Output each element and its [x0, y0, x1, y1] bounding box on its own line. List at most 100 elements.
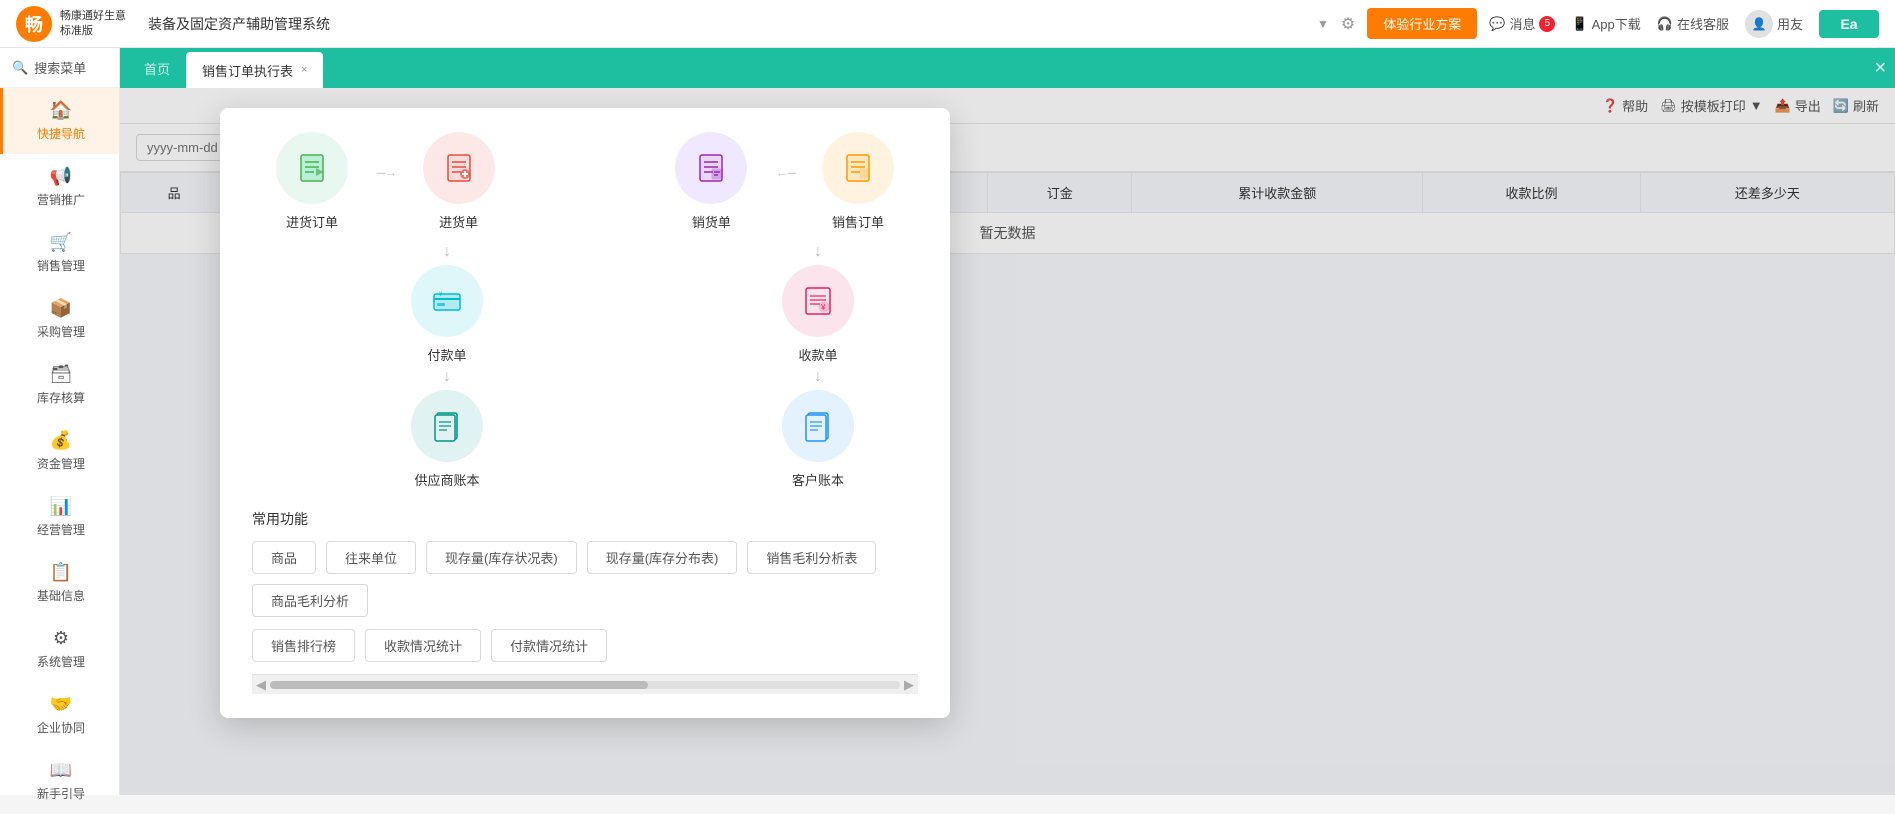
app-download-button[interactable]: 📱 App下载 — [1571, 14, 1640, 33]
search-icon: 🔍 — [12, 60, 28, 76]
scroll-left-button[interactable]: ◀ — [256, 677, 266, 693]
user-menu[interactable]: 👤 用友 — [1745, 10, 1803, 38]
search-menu-button[interactable]: 🔍 搜索菜单 — [0, 48, 119, 88]
sidebar-item-sales[interactable]: 🛒 销售管理 — [0, 220, 119, 286]
func-btn-sales-gross[interactable]: 销售毛利分析表 — [747, 541, 876, 574]
logo-text: 畅康通好生意 标准版 — [60, 9, 126, 38]
func-btn-stock-dist[interactable]: 现存量(库存分布表) — [587, 541, 738, 574]
enterprise-icon: 🤝 — [50, 694, 72, 715]
trial-button[interactable]: 体验行业方案 — [1367, 8, 1477, 39]
sidebar-item-enterprise[interactable]: 🤝 企业协同 — [0, 682, 119, 748]
customer-ledger-label: 客户账本 — [792, 470, 844, 489]
main-layout: 🔍 搜索菜单 🏠 快捷导航 📢 营销推广 🛒 销售管理 📦 采购管理 🗃 库存核… — [0, 48, 1895, 795]
logo-area: 畅 畅康通好生意 标准版 — [16, 6, 136, 42]
sales-bill-node: 销货单 — [651, 132, 771, 231]
sidebar-item-quick-nav[interactable]: 🏠 快捷导航 — [0, 88, 119, 154]
func-buttons-row-2: 销售排行榜 收款情况统计 付款情况统计 — [252, 629, 918, 662]
down-arrow-receipt: ↓ — [814, 368, 822, 386]
purchase-bill-label: 进货单 — [439, 212, 478, 231]
sales-bill-col: ↓ ¥ — [758, 239, 878, 489]
tab-home[interactable]: 首页 — [128, 48, 186, 88]
scroll-track[interactable] — [270, 681, 900, 689]
sidebar-item-finance[interactable]: 💰 资金管理 — [0, 418, 119, 484]
main-content: 首页 销售订单执行表 × ✕ ❓ 帮助 🖨 按模板打印 ▼ — [120, 48, 1895, 795]
newbie-icon: 📖 — [50, 760, 72, 781]
customer-ledger-icon — [782, 390, 854, 462]
sidebar-item-operation[interactable]: 📊 经营管理 — [0, 484, 119, 550]
purchase-order-icon — [276, 132, 348, 204]
home-icon: 🏠 — [50, 100, 72, 121]
sidebar-item-system[interactable]: ⚙ 系统管理 — [0, 616, 119, 682]
headset-icon: 🎧 — [1657, 16, 1673, 32]
scroll-thumb[interactable] — [270, 681, 648, 689]
sales-bill-label: 销货单 — [692, 212, 731, 231]
flow-modal: 进货订单 - - - → — [220, 108, 950, 718]
flow-diagram: 进货订单 - - - → — [252, 132, 918, 489]
avatar: 👤 — [1745, 10, 1773, 38]
inventory-icon: 🗃 — [50, 364, 73, 385]
customer-ledger-node: 客户账本 — [758, 390, 878, 489]
supplier-ledger-label: 供应商账本 — [414, 470, 479, 489]
close-tab-icon[interactable]: × — [301, 64, 307, 76]
sidebar-item-marketing[interactable]: 📢 营销推广 — [0, 154, 119, 220]
purchase-order-node: 进货订单 — [252, 132, 372, 231]
close-all-tabs-button[interactable]: ✕ — [1874, 58, 1887, 78]
sidebar-item-basic-info[interactable]: 📋 基础信息 — [0, 550, 119, 616]
content-area: ❓ 帮助 🖨 按模板打印 ▼ 📤 导出 🔄 刷新 — [120, 88, 1895, 795]
online-service-button[interactable]: 🎧 在线客服 — [1657, 14, 1729, 33]
sidebar-item-purchase[interactable]: 📦 采购管理 — [0, 286, 119, 352]
flow-down-arrows-row — [252, 231, 918, 239]
payment-label: 付款单 — [427, 345, 466, 364]
flow-row-2: ↓ ¥ 付款单 — [252, 239, 918, 489]
sales-icon: 🛒 — [50, 232, 72, 253]
func-btn-counterpart[interactable]: 往来单位 — [326, 541, 416, 574]
operation-icon: 📊 — [50, 496, 72, 517]
purchase-order-label: 进货订单 — [286, 212, 338, 231]
purchase-bill-node: 进货单 — [399, 132, 519, 231]
sidebar-item-inventory[interactable]: 🗃 库存核算 — [0, 352, 119, 418]
purchase-bill-col: ↓ ¥ 付款单 — [387, 239, 507, 489]
down-arrow-sales-bill: ↓ — [814, 243, 822, 261]
top-bar: 畅 畅康通好生意 标准版 装备及固定资产辅助管理系统 ▼ ⚙ 体验行业方案 💬 … — [0, 0, 1895, 48]
func-btn-sales-rank[interactable]: 销售排行榜 — [252, 629, 355, 662]
sidebar: 🔍 搜索菜单 🏠 快捷导航 📢 营销推广 🛒 销售管理 📦 采购管理 🗃 库存核… — [0, 48, 120, 795]
sales-order-label: 销售订单 — [832, 212, 884, 231]
logo-icon: 畅 — [16, 6, 52, 42]
func-btn-product-gross[interactable]: 商品毛利分析 — [252, 584, 368, 617]
func-btn-stock-status[interactable]: 现存量(库存状况表) — [426, 541, 577, 574]
payment-node: ¥ 付款单 — [387, 265, 507, 364]
payment-icon: ¥ — [411, 265, 483, 337]
tab-sales-order[interactable]: 销售订单执行表 × — [186, 52, 323, 88]
func-btn-product[interactable]: 商品 — [252, 541, 316, 574]
settings-gear-icon[interactable]: ⚙ — [1341, 14, 1355, 34]
sales-order-icon — [822, 132, 894, 204]
func-btn-receipt-stats[interactable]: 收款情况统计 — [365, 629, 481, 662]
ea-badge[interactable]: Ea — [1819, 10, 1879, 38]
system-title: 装备及固定资产辅助管理系统 — [148, 14, 1305, 34]
func-buttons-row-1: 商品 往来单位 现存量(库存状况表) 现存量(库存分布表) 销售毛利分析表 商品… — [252, 541, 918, 617]
down-arrow-payment: ↓ — [443, 368, 451, 386]
receipt-node: ¥ 收款单 — [758, 265, 878, 364]
sidebar-item-newbie[interactable]: 📖 新手引导 — [0, 748, 119, 814]
phone-icon: 📱 — [1571, 16, 1587, 32]
dropdown-icon[interactable]: ▼ — [1317, 17, 1329, 31]
scroll-right-button[interactable]: ▶ — [904, 677, 914, 693]
purchase-icon: 📦 — [50, 298, 72, 319]
purchase-bill-icon — [423, 132, 495, 204]
top-right-actions: 💬 消息 5 📱 App下载 🎧 在线客服 👤 用友 Ea — [1489, 10, 1879, 38]
message-button[interactable]: 💬 消息 5 — [1489, 14, 1555, 33]
nav-tabs: 首页 销售订单执行表 × ✕ — [120, 48, 1895, 88]
down-arrow-purchase: ↓ — [443, 243, 451, 261]
message-icon: 💬 — [1489, 16, 1505, 32]
receipt-label: 收款单 — [798, 345, 837, 364]
sales-order-node: 销售订单 — [798, 132, 918, 231]
finance-icon: 💰 — [50, 430, 72, 451]
func-btn-payment-stats[interactable]: 付款情况统计 — [491, 629, 607, 662]
arrow-left-1: ← - - - — [775, 164, 794, 200]
sales-bill-icon — [675, 132, 747, 204]
scroll-area: ◀ ▶ — [252, 674, 918, 694]
common-functions-title: 常用功能 — [252, 509, 918, 529]
marketing-icon: 📢 — [50, 166, 72, 187]
supplier-ledger-node: 供应商账本 — [387, 390, 507, 489]
receipt-icon: ¥ — [782, 265, 854, 337]
